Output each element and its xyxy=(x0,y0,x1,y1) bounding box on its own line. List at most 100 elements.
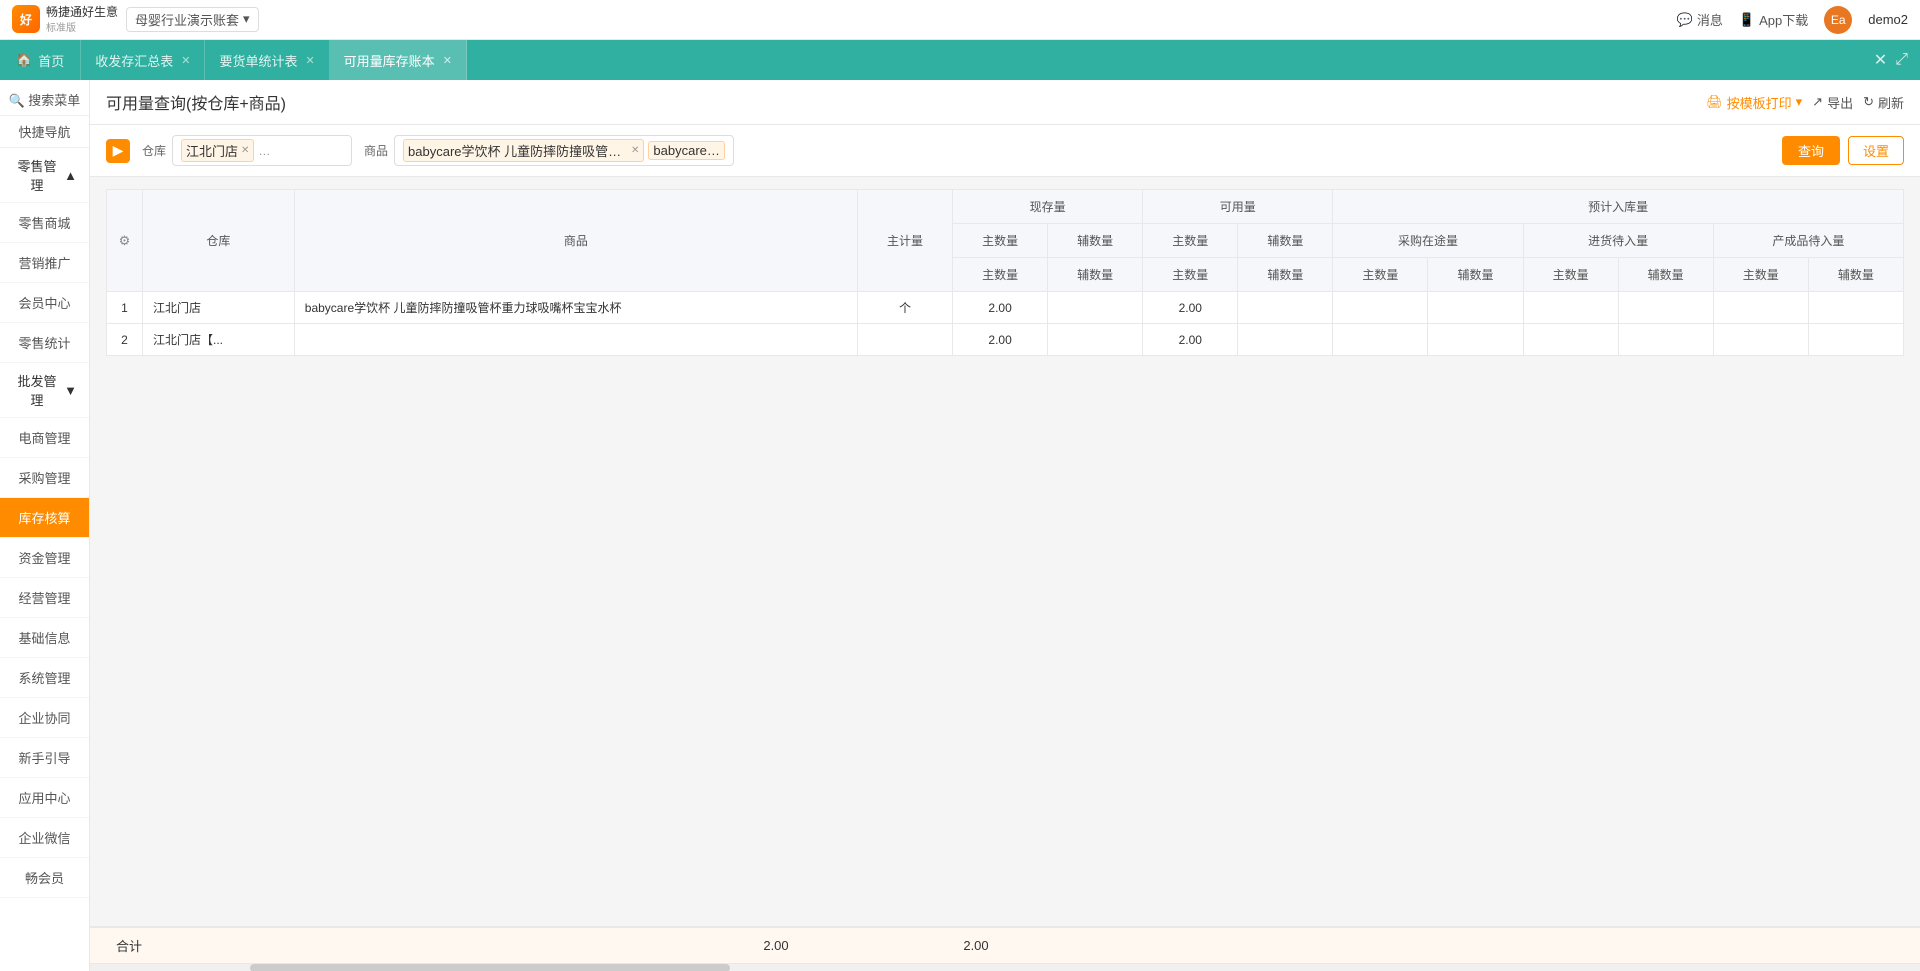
enterprise-label: 企业协同 xyxy=(18,708,70,727)
product-tag-1-text: babycare学饮杯 儿童防摔防撞吸管杯重力球吸嘴杯宝宝水杯 xyxy=(408,141,628,160)
setting-button[interactable]: 设置 xyxy=(1848,136,1904,165)
tab-close-all-icon[interactable]: ✕ xyxy=(1874,50,1887,70)
member2-label: 畅会员 xyxy=(25,868,64,887)
query-button[interactable]: 查询 xyxy=(1782,136,1840,165)
tab-available-label: 可用量库存账本 xyxy=(344,51,435,70)
sidebar-quick-nav[interactable]: 快捷导航 xyxy=(0,116,89,148)
ecommerce-label: 电商管理 xyxy=(18,428,70,447)
product-tag-2: babycare… xyxy=(648,141,724,160)
row-stock-main: 2.00 xyxy=(953,292,1048,324)
sidebar-item-system[interactable]: 系统管理 xyxy=(0,658,89,698)
system-label: 系统管理 xyxy=(18,668,70,687)
th-warehouse: 仓库 xyxy=(143,190,295,292)
sidebar-search[interactable]: 🔍 搜索菜单 xyxy=(0,80,89,116)
row-unit: 个 xyxy=(857,292,952,324)
row-incoming-main xyxy=(1523,324,1618,356)
filter-expand-btn[interactable]: ▶ xyxy=(106,139,130,163)
sidebar-item-operation[interactable]: 经营管理 xyxy=(0,578,89,618)
footer-label: 合计 xyxy=(106,936,726,955)
sidebar-item-newbie[interactable]: 新手引导 xyxy=(0,738,89,778)
sidebar-item-inventory[interactable]: 库存核算 xyxy=(0,498,89,538)
message-label: 消息 xyxy=(1697,10,1723,29)
table-scrollbar[interactable] xyxy=(90,963,1920,971)
sidebar-item-retail-mgmt[interactable]: 零售管理 ▲ xyxy=(0,148,89,203)
print-btn[interactable]: 🖨 按模板打印 ▾ xyxy=(1706,93,1802,112)
th-avail-main: 主数量 xyxy=(1143,224,1238,258)
tab-order-close[interactable]: ✕ xyxy=(305,54,314,67)
sidebar-item-retail-stats[interactable]: 零售统计 xyxy=(0,323,89,363)
row-stock-aux xyxy=(1048,324,1143,356)
tab-receive[interactable]: 收发存汇总表 ✕ xyxy=(81,40,205,80)
home-icon: 🏠 xyxy=(16,52,32,68)
th-settings: ⚙ xyxy=(107,190,143,292)
sidebar: 🔍 搜索菜单 快捷导航 零售管理 ▲ 零售商城 营销推广 会员中心 零售统计 xyxy=(0,80,90,971)
avatar[interactable]: Ea xyxy=(1824,6,1852,34)
tab-expand-icon[interactable]: ⤢ xyxy=(1895,51,1908,69)
th-incoming-aux: 辅数量 xyxy=(1618,258,1713,292)
sidebar-item-ecommerce[interactable]: 电商管理 xyxy=(0,418,89,458)
th-avail-aux2: 辅数量 xyxy=(1238,258,1333,292)
warehouse-tag-close[interactable]: ✕ xyxy=(241,145,249,156)
th-purchase-main: 主数量 xyxy=(1333,258,1428,292)
chevron-down-icon: ▼ xyxy=(64,383,77,398)
refresh-btn[interactable]: ↻ 刷新 xyxy=(1863,93,1904,112)
row-stock-main: 2.00 xyxy=(953,324,1048,356)
gear-icon[interactable]: ⚙ xyxy=(119,233,131,248)
app-download-btn[interactable]: 📱 App下载 xyxy=(1739,10,1808,29)
filter-actions: 查询 设置 xyxy=(1782,136,1904,165)
chevron-down-icon: ▾ xyxy=(1796,94,1803,110)
scrollbar-thumb[interactable] xyxy=(250,964,730,971)
warehouse-input[interactable]: 江北门店 ✕ … xyxy=(172,135,352,166)
sidebar-item-finance[interactable]: 资金管理 xyxy=(0,538,89,578)
industry-selector[interactable]: 母婴行业演示账套 ▾ xyxy=(126,7,259,32)
page-title: 可用量查询(按仓库+商品) xyxy=(106,90,286,114)
row-product xyxy=(294,324,857,356)
quick-nav-label: 快捷导航 xyxy=(18,125,70,140)
row-stock-aux xyxy=(1048,292,1143,324)
message-icon: 💬 xyxy=(1677,12,1693,28)
logo-icon: 好 xyxy=(12,5,40,33)
sidebar-item-member[interactable]: 会员中心 xyxy=(0,283,89,323)
row-incoming-aux xyxy=(1618,324,1713,356)
th-production-main: 主数量 xyxy=(1713,258,1808,292)
sidebar-item-member2[interactable]: 畅会员 xyxy=(0,858,89,898)
th-avail-main2: 主数量 xyxy=(1143,258,1238,292)
sidebar-item-enterprise[interactable]: 企业协同 xyxy=(0,698,89,738)
tab-home[interactable]: 🏠 首页 xyxy=(0,40,81,80)
tab-receive-close[interactable]: ✕ xyxy=(181,54,190,67)
chevron-down-icon: ▾ xyxy=(243,11,250,27)
product-input[interactable]: babycare学饮杯 儿童防摔防撞吸管杯重力球吸嘴杯宝宝水杯 ✕ babyca… xyxy=(394,135,734,166)
tab-available[interactable]: 可用量库存账本 ✕ xyxy=(330,40,467,80)
tab-available-close[interactable]: ✕ xyxy=(443,54,452,67)
footer-stock-main: 2.00 xyxy=(726,938,826,953)
row-warehouse: 江北门店【... xyxy=(143,324,295,356)
table-row: 1 江北门店 babycare学饮杯 儿童防摔防撞吸管杯重力球吸嘴杯宝宝水杯 个… xyxy=(107,292,1904,324)
tab-order[interactable]: 要货单统计表 ✕ xyxy=(205,40,329,80)
export-btn[interactable]: ↗ 导出 xyxy=(1812,93,1853,112)
row-production-main xyxy=(1713,324,1808,356)
sidebar-item-basic[interactable]: 基础信息 xyxy=(0,618,89,658)
th-unit: 主计量 xyxy=(857,190,952,292)
th-production: 产成品待入量 xyxy=(1713,224,1903,258)
message-btn[interactable]: 💬 消息 xyxy=(1677,10,1723,29)
sidebar-item-enterprise-wechat[interactable]: 企业微信 xyxy=(0,818,89,858)
retail-mall-label: 零售商城 xyxy=(18,213,70,232)
sidebar-item-purchase[interactable]: 采购管理 xyxy=(0,458,89,498)
warehouse-more[interactable]: … xyxy=(258,144,270,158)
industry-label: 母婴行业演示账套 xyxy=(135,10,239,29)
th-stock-main2: 主数量 xyxy=(953,258,1048,292)
enterprise-wechat-label: 企业微信 xyxy=(18,828,70,847)
sidebar-item-retail-mall[interactable]: 零售商城 xyxy=(0,203,89,243)
tab-home-label: 首页 xyxy=(38,51,64,70)
row-available-main: 2.00 xyxy=(1143,292,1238,324)
finance-label: 资金管理 xyxy=(18,548,70,567)
row-purchase-main xyxy=(1333,292,1428,324)
sidebar-item-marketing[interactable]: 营销推广 xyxy=(0,243,89,283)
basic-label: 基础信息 xyxy=(18,628,70,647)
warehouse-tag: 江北门店 ✕ xyxy=(181,139,254,162)
sidebar-item-wholesale-mgmt[interactable]: 批发管理 ▼ xyxy=(0,363,89,418)
product-tag-1-close[interactable]: ✕ xyxy=(631,145,639,156)
tab-order-label: 要货单统计表 xyxy=(219,51,297,70)
page-actions: 🖨 按模板打印 ▾ ↗ 导出 ↻ 刷新 xyxy=(1706,93,1904,112)
sidebar-item-app-center[interactable]: 应用中心 xyxy=(0,778,89,818)
